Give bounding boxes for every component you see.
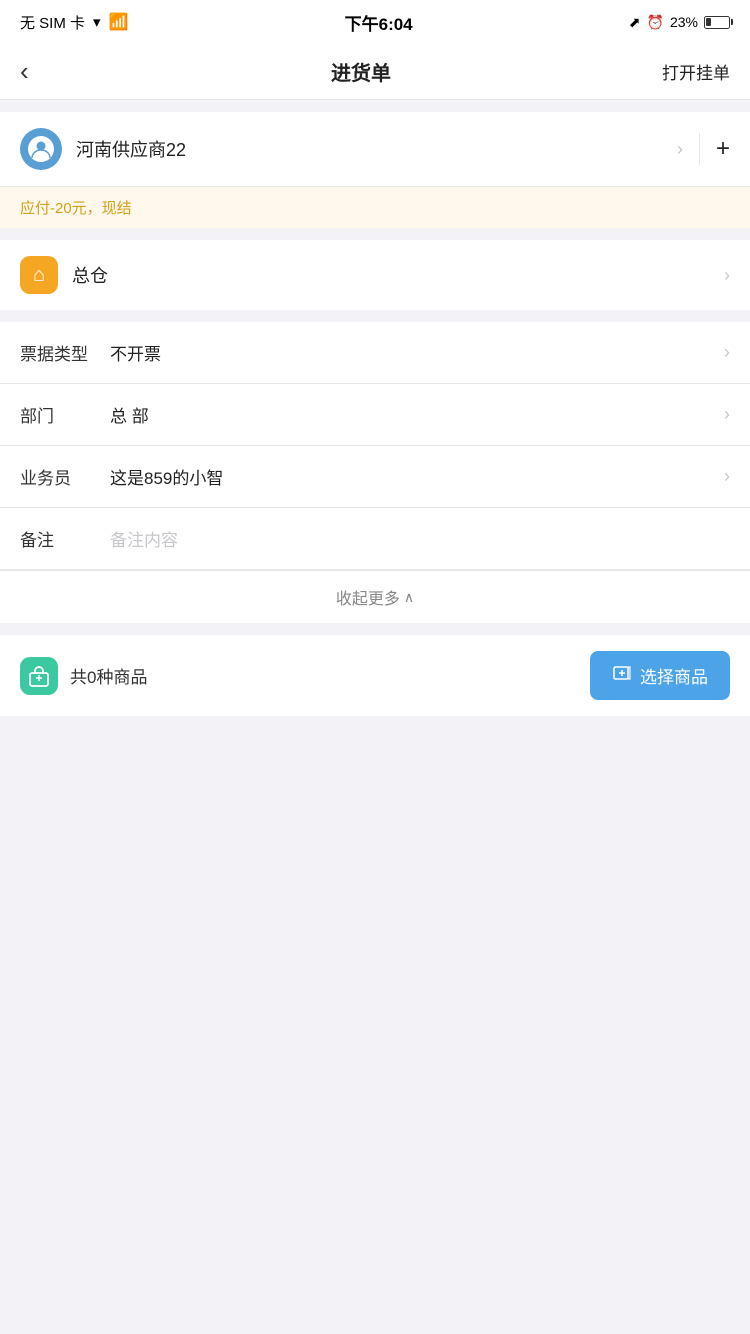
supplier-avatar — [20, 128, 62, 170]
warehouse-icon: ⌂ — [33, 264, 45, 287]
department-chevron-icon: › — [724, 404, 730, 425]
open-pending-button[interactable]: 打开挂单 — [662, 59, 730, 84]
select-product-icon — [612, 663, 632, 688]
alarm-icon: ⏰ — [647, 14, 664, 31]
status-bar: 无 SIM 卡 ▾ 📶 下午6:04 ⬈ ⏰ 23% — [0, 0, 750, 44]
salesperson-chevron-icon: › — [724, 466, 730, 487]
warehouse-name: 总仓 — [72, 262, 724, 288]
supplier-row[interactable]: 河南供应商22 › + — [0, 112, 750, 187]
remark-label: 备注 — [20, 526, 110, 551]
product-icon-wrap — [20, 657, 58, 695]
page-background — [0, 716, 750, 1016]
invoice-type-chevron-icon: › — [724, 342, 730, 363]
add-button[interactable]: + — [716, 135, 730, 163]
department-label: 部门 — [20, 402, 110, 427]
status-right: ⬈ ⏰ 23% — [629, 14, 730, 31]
salesperson-row[interactable]: 业务员 这是859的小智 › — [0, 446, 750, 508]
battery-indicator — [704, 16, 730, 29]
back-button[interactable]: ‹ — [20, 56, 60, 87]
carrier-text: 无 SIM 卡 — [20, 12, 85, 33]
department-row[interactable]: 部门 总 部 › — [0, 384, 750, 446]
wifi-icon: ▾ — [93, 13, 101, 31]
product-count: 共0种商品 — [70, 663, 147, 688]
notice-bar: 应付-20元，现结 — [0, 187, 750, 228]
section-gap-2 — [0, 228, 750, 240]
supplier-chevron-icon: › — [677, 139, 683, 160]
remark-input[interactable]: 备注内容 — [110, 526, 730, 551]
salesperson-label: 业务员 — [20, 464, 110, 489]
supplier-card: 河南供应商22 › + — [0, 112, 750, 187]
section-gap-3 — [0, 310, 750, 322]
remark-row[interactable]: 备注 备注内容 — [0, 508, 750, 570]
supplier-divider — [699, 133, 700, 165]
select-product-label: 选择商品 — [640, 663, 708, 688]
nav-bar: ‹ 进货单 打开挂单 — [0, 44, 750, 100]
notice-text: 应付-20元，现结 — [20, 200, 132, 217]
warehouse-chevron-icon: › — [724, 265, 730, 286]
department-value: 总 部 — [110, 402, 724, 427]
warehouse-icon-wrap: ⌂ — [20, 256, 58, 294]
wifi-signal-icon: 📶 — [109, 12, 129, 32]
collapse-row[interactable]: 收起更多 ∧ — [0, 570, 750, 623]
supplier-name: 河南供应商22 — [76, 136, 677, 162]
collapse-text: 收起更多 — [336, 585, 400, 609]
form-section: 票据类型 不开票 › 部门 总 部 › 业务员 这是859的小智 › 备注 备注… — [0, 322, 750, 623]
warehouse-card: ⌂ 总仓 › — [0, 240, 750, 310]
status-left: 无 SIM 卡 ▾ 📶 — [20, 12, 128, 33]
section-gap-1 — [0, 100, 750, 112]
invoice-type-row[interactable]: 票据类型 不开票 › — [0, 322, 750, 384]
page-title: 进货单 — [331, 57, 391, 86]
battery-percent: 23% — [670, 14, 698, 30]
collapse-arrow-icon: ∧ — [404, 589, 414, 606]
salesperson-value: 这是859的小智 — [110, 464, 724, 489]
location-icon: ⬈ — [629, 14, 641, 31]
invoice-type-label: 票据类型 — [20, 340, 110, 365]
select-product-button[interactable]: 选择商品 — [590, 651, 730, 700]
product-left: 共0种商品 — [20, 657, 147, 695]
invoice-type-value: 不开票 — [110, 340, 724, 365]
status-time: 下午6:04 — [345, 10, 413, 35]
product-section: 共0种商品 选择商品 — [0, 635, 750, 716]
warehouse-row[interactable]: ⌂ 总仓 › — [0, 240, 750, 310]
